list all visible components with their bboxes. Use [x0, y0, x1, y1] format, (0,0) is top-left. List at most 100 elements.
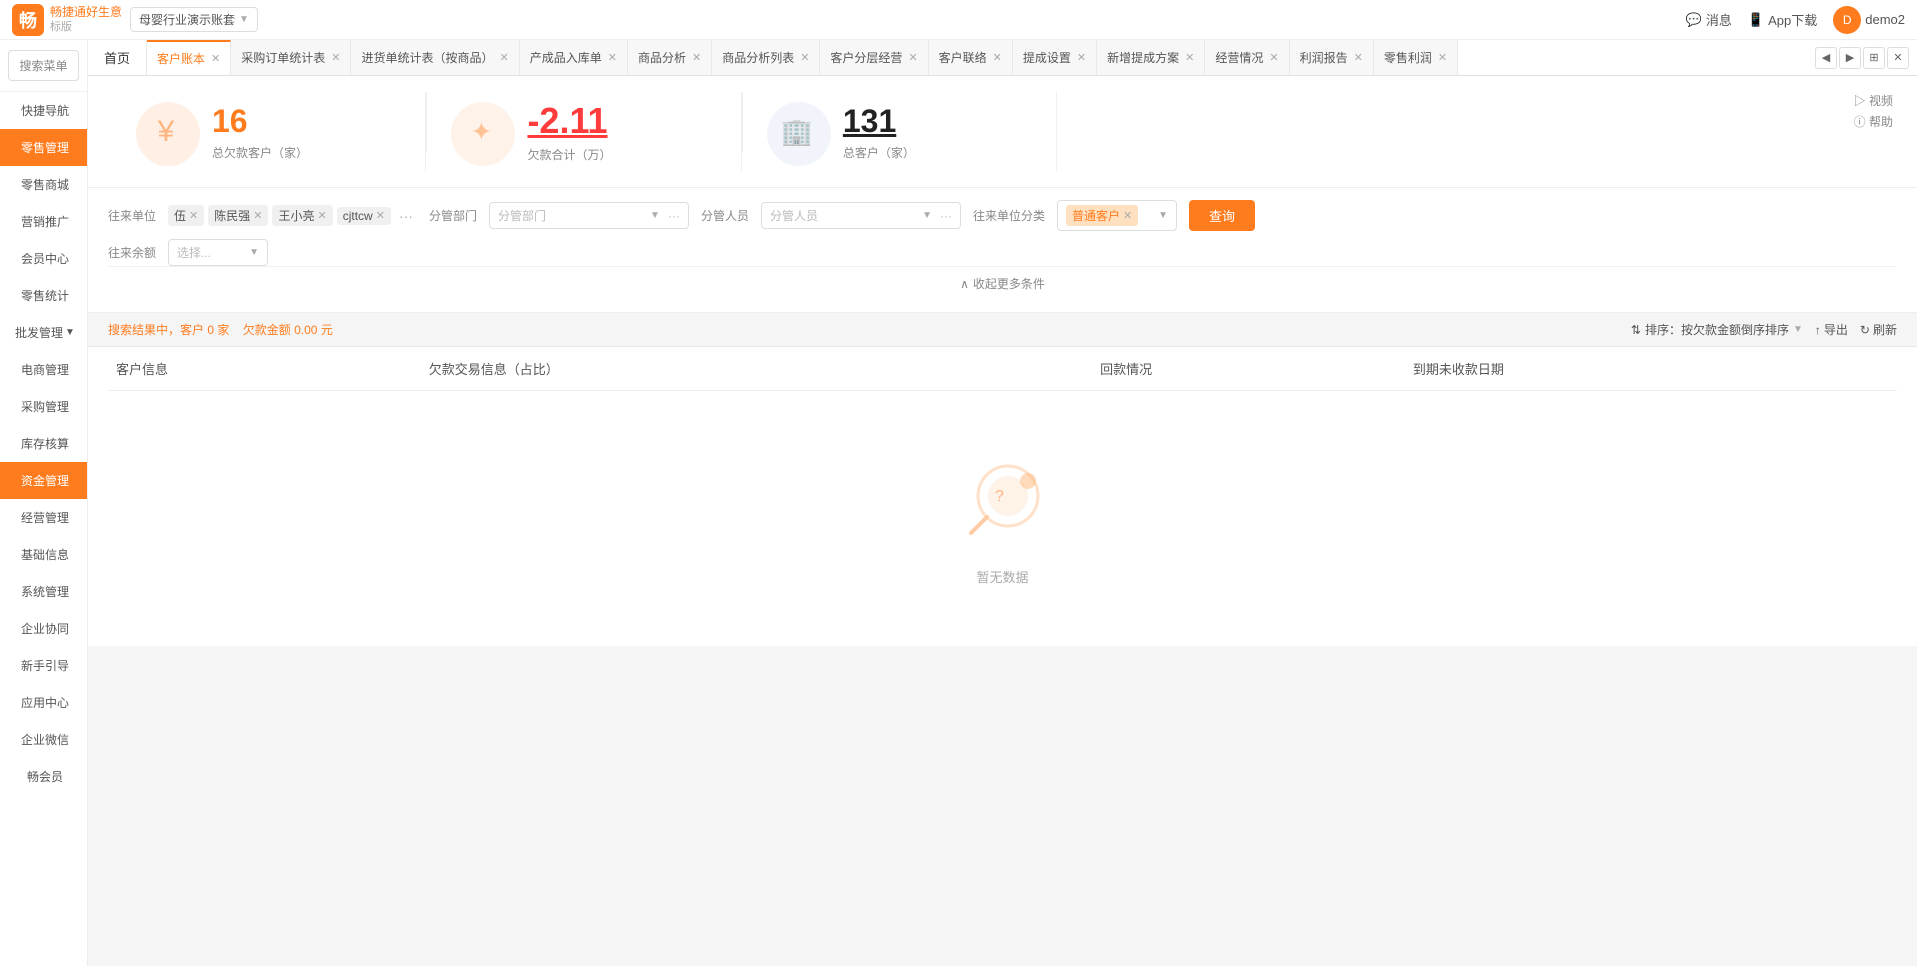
tabs-close-all-button[interactable]: ✕ [1887, 47, 1909, 69]
user-menu[interactable]: D demo2 [1833, 6, 1905, 34]
tag-cjttcw-close[interactable]: ✕ [376, 209, 385, 222]
sidebar-item-quick-nav[interactable]: 快捷导航 [0, 92, 87, 129]
video-help-button[interactable]: ▷ 视频 [1854, 92, 1893, 109]
tag-normal-customer-close[interactable]: ✕ [1123, 209, 1132, 222]
sidebar-item-enterprise-collab[interactable]: 企业协同 [0, 610, 87, 647]
stat-card-total: 🏢 131 总客户（家） [743, 92, 1057, 171]
tab-stock-stats[interactable]: 进货单统计表（按商品） ✕ [351, 40, 519, 76]
sidebar-item-inventory[interactable]: 库存核算 [0, 425, 87, 462]
tab-add-commission[interactable]: 新增提成方案 ✕ [1097, 40, 1205, 76]
close-tab-stock-stats[interactable]: ✕ [500, 51, 509, 64]
tab-operations[interactable]: 经营情况 ✕ [1205, 40, 1289, 76]
sidebar-item-member-center[interactable]: 会员中心 [0, 240, 87, 277]
person-chevron-icon: ▼ [922, 210, 932, 221]
search-menu-button[interactable]: 搜索菜单 [8, 50, 79, 81]
tab-customer-segment[interactable]: 客户分层经营 ✕ [820, 40, 928, 76]
filter-row-2: 往来余额 选择... ▼ [108, 239, 1897, 266]
search-result-info: 搜索结果中，客户 0 家 欠款金额 0.00 元 [108, 321, 333, 338]
tab-retail-profit[interactable]: 零售利润 ✕ [1374, 40, 1458, 76]
sidebar-item-purchase[interactable]: 采购管理 [0, 388, 87, 425]
remain-chevron-icon: ▼ [249, 247, 259, 258]
close-tab-product-analysis-list[interactable]: ✕ [800, 51, 809, 64]
more-tags-button[interactable]: ··· [395, 208, 417, 224]
sidebar: 搜索菜单 快捷导航 零售管理 零售商城 营销推广 会员中心 零售统计 批发管理 … [0, 40, 88, 966]
stat-actions: ▷ 视频 ⓘ 帮助 [1854, 92, 1893, 171]
sidebar-item-ecommerce[interactable]: 电商管理 [0, 351, 87, 388]
sort-select[interactable]: ⇅ 排序：按欠款金额倒序排序 ▼ [1631, 321, 1803, 338]
message-button[interactable]: 💬 消息 [1686, 10, 1732, 29]
tab-commission-setting[interactable]: 提成设置 ✕ [1013, 40, 1097, 76]
tab-product-inbound[interactable]: 产成品入库单 ✕ [520, 40, 628, 76]
empty-text: 暂无数据 [976, 567, 1028, 586]
close-tab-customer-contact[interactable]: ✕ [993, 51, 1002, 64]
sidebar-item-enterprise-wechat[interactable]: 企业微信 [0, 721, 87, 758]
sidebar-item-retail-stats[interactable]: 零售统计 [0, 277, 87, 314]
sidebar-item-app-center[interactable]: 应用中心 [0, 684, 87, 721]
chevron-right-icon: ▼ [65, 327, 75, 338]
sidebar-item-wholesale-mgmt[interactable]: 批发管理 ▼ [0, 314, 87, 351]
close-tab-operations[interactable]: ✕ [1269, 51, 1278, 64]
message-icon: 💬 [1686, 12, 1702, 28]
person-select[interactable]: 分管人员 ▼ ··· [761, 202, 961, 229]
close-tab-profit-report[interactable]: ✕ [1354, 51, 1363, 64]
tag-chenminqiang-close[interactable]: ✕ [253, 209, 262, 222]
sidebar-item-system[interactable]: 系统管理 [0, 573, 87, 610]
data-table-wrapper: 客户信息 欠款交易信息（占比） 回款情况 到期未收款日期 [88, 347, 1917, 391]
close-tab-commission-setting[interactable]: ✕ [1077, 51, 1086, 64]
tab-purchase-order-stats[interactable]: 采购订单统计表 ✕ [231, 40, 351, 76]
tabs-next-button[interactable]: ▶ [1839, 47, 1861, 69]
unit-filter-tags: 伍 ✕ 陈民强 ✕ 王小亮 ✕ cjttcw ✕ [168, 205, 417, 226]
tab-customer-ledger[interactable]: 客户账本 ✕ [147, 40, 231, 76]
unit-class-select[interactable]: 普通客户 ✕ ▼ [1057, 200, 1177, 231]
help-button[interactable]: ⓘ 帮助 [1854, 113, 1893, 130]
remain-select[interactable]: 选择... ▼ [168, 239, 268, 266]
tab-product-analysis[interactable]: 商品分析 ✕ [628, 40, 712, 76]
close-tab-product-inbound[interactable]: ✕ [608, 51, 617, 64]
query-button[interactable]: 查询 [1189, 200, 1255, 231]
app-download-button[interactable]: 📱 App下载 [1748, 10, 1817, 29]
sidebar-item-retail-mall[interactable]: 零售商城 [0, 166, 87, 203]
close-tab-product-analysis[interactable]: ✕ [692, 51, 701, 64]
tag-wangxiaoliang-close[interactable]: ✕ [318, 209, 327, 222]
chevron-down-icon: ▼ [239, 14, 249, 25]
sidebar-item-operations[interactable]: 经营管理 [0, 499, 87, 536]
stat-label-debt: 欠款合计（万） [527, 146, 611, 163]
close-tab-customer-ledger[interactable]: ✕ [211, 52, 220, 65]
unit-class-chevron-icon: ▼ [1158, 210, 1168, 221]
search-result-actions: ⇅ 排序：按欠款金额倒序排序 ▼ ↑ 导出 ↻ 刷新 [1631, 321, 1897, 338]
col-customer-info: 客户信息 [108, 347, 421, 391]
tabs-prev-button[interactable]: ◀ [1815, 47, 1837, 69]
dept-select[interactable]: 分管部门 ▼ ··· [489, 202, 689, 229]
tab-profit-report[interactable]: 利润报告 ✕ [1290, 40, 1374, 76]
sidebar-item-marketing[interactable]: 营销推广 [0, 203, 87, 240]
tag-wu: 伍 ✕ [168, 205, 204, 226]
sidebar-item-basic-info[interactable]: 基础信息 [0, 536, 87, 573]
tab-product-analysis-list[interactable]: 商品分析列表 ✕ [712, 40, 820, 76]
close-tab-customer-segment[interactable]: ✕ [908, 51, 917, 64]
empty-svg: ? [953, 451, 1053, 551]
sidebar-item-finance[interactable]: 资金管理 [0, 462, 87, 499]
tab-customer-contact[interactable]: 客户联络 ✕ [929, 40, 1013, 76]
sidebar-item-new-guide[interactable]: 新手引导 [0, 647, 87, 684]
export-icon: ↑ [1815, 323, 1821, 337]
tab-home[interactable]: 首页 [88, 40, 147, 76]
collapse-btn-wrapper: ∧ 收起更多条件 [108, 266, 1897, 300]
company-select[interactable]: 母婴行业演示账套 ▼ [130, 7, 258, 32]
close-tab-add-commission[interactable]: ✕ [1185, 51, 1194, 64]
tabs-expand-button[interactable]: ⊞ [1863, 47, 1885, 69]
stat-values-debt: -2.11 欠款合计（万） [527, 100, 611, 163]
sidebar-item-chang-member[interactable]: 畅会员 [0, 758, 87, 795]
stats-row: ¥ 16 总欠款客户（家） ✦ -2.11 欠 [88, 76, 1917, 188]
stat-card-customers: ¥ 16 总欠款客户（家） [112, 92, 426, 171]
collapse-button[interactable]: ∧ 收起更多条件 [960, 275, 1045, 292]
tag-wu-close[interactable]: ✕ [189, 209, 198, 222]
sidebar-search-area: 搜索菜单 [0, 40, 87, 92]
help-icon: ⓘ [1854, 115, 1866, 129]
close-tab-retail-profit[interactable]: ✕ [1438, 51, 1447, 64]
refresh-button[interactable]: ↻ 刷新 [1860, 321, 1897, 338]
sidebar-item-retail-mgmt[interactable]: 零售管理 [0, 129, 87, 166]
close-tab-purchase-order[interactable]: ✕ [331, 51, 340, 64]
top-bar-right: 💬 消息 📱 App下载 D demo2 [1686, 6, 1905, 34]
table-header: 客户信息 欠款交易信息（占比） 回款情况 到期未收款日期 [108, 347, 1897, 391]
export-button[interactable]: ↑ 导出 [1815, 321, 1848, 338]
